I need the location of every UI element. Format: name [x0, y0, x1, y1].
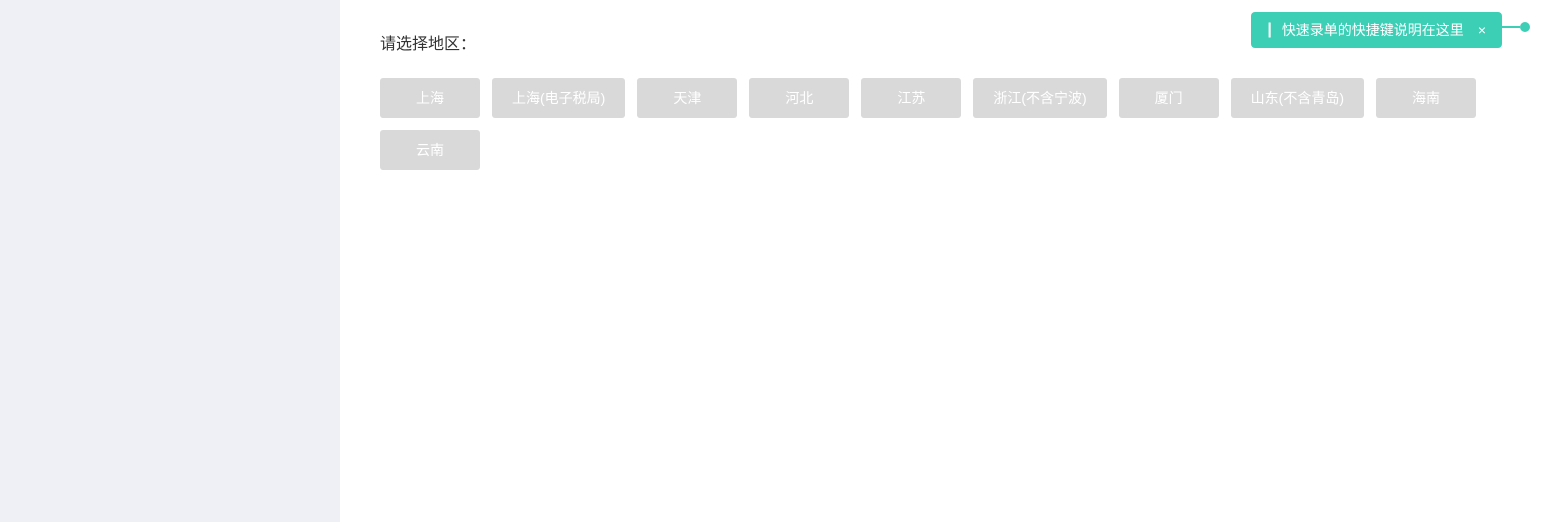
tooltip-dot [1520, 22, 1530, 32]
tooltip-text: 快速录单的快捷键说明在这里 [1282, 20, 1464, 40]
region-button-jiangsu[interactable]: 江苏 [861, 78, 961, 118]
main-content: 请选择地区： 上海上海(电子税局)天津河北江苏浙江(不含宁波)厦门山东(不含青岛… [340, 0, 1562, 522]
region-button-hebei[interactable]: 河北 [749, 78, 849, 118]
region-button-yunnan[interactable]: 云南 [380, 130, 480, 170]
tooltip-line [1502, 26, 1520, 28]
region-buttons: 上海上海(电子税局) 天津河北江苏浙江(不含宁波) 厦门山东(不含青岛) 海南云南 [380, 78, 1522, 170]
region-button-hainan[interactable]: 海南 [1376, 78, 1476, 118]
region-button-shandong[interactable]: 山东(不含青岛) [1231, 78, 1364, 118]
region-button-xiamen[interactable]: 厦门 [1119, 78, 1219, 118]
tooltip-banner: 快速录单的快捷键说明在这里 × [1251, 12, 1502, 48]
region-button-tianjin[interactable]: 天津 [637, 78, 737, 118]
sidebar [0, 0, 340, 522]
region-button-shanghai-etax[interactable]: 上海(电子税局) [492, 78, 625, 118]
region-button-shanghai[interactable]: 上海 [380, 78, 480, 118]
tooltip-close-button[interactable]: × [1478, 22, 1486, 38]
region-button-zhejiang[interactable]: 浙江(不含宁波) [973, 78, 1106, 118]
